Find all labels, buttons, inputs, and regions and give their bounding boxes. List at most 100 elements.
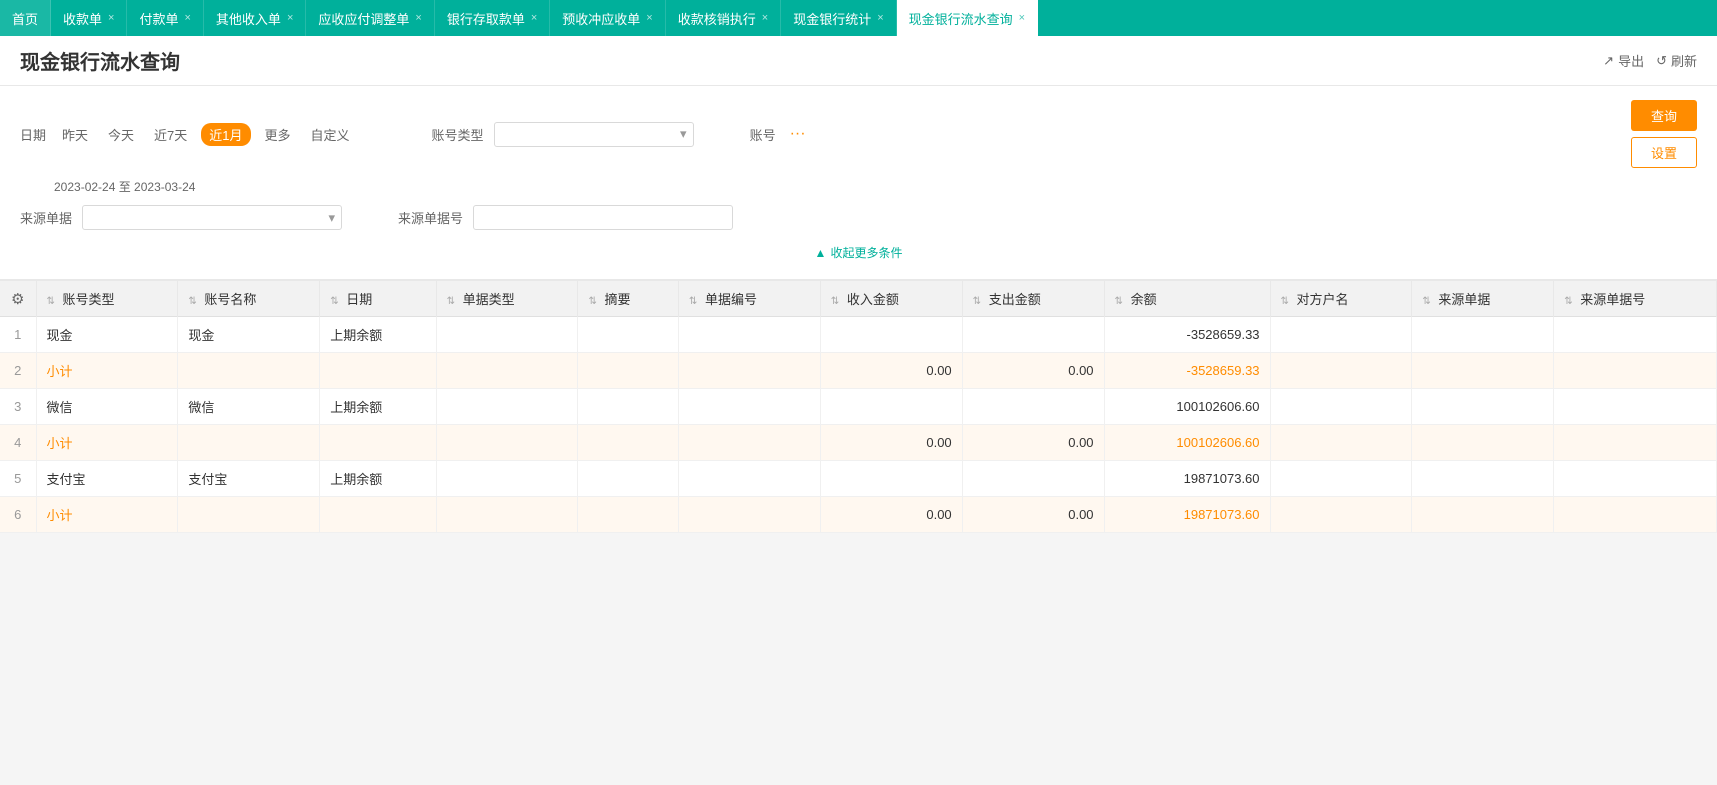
nav-home-label: 首页: [12, 9, 38, 28]
cell-account-type: 小计: [36, 353, 178, 389]
collapse-bar[interactable]: ▲ 收起更多条件: [20, 240, 1697, 265]
col-account-type[interactable]: ⇅ 账号类型: [36, 281, 178, 317]
col-date[interactable]: ⇅ 日期: [320, 281, 436, 317]
cell-income: [820, 389, 962, 425]
cell-expense: [962, 317, 1104, 353]
account-type-select-wrapper[interactable]: ▾: [494, 122, 694, 147]
nav-payments[interactable]: 付款单 ×: [127, 0, 203, 36]
date-7days[interactable]: 近7天: [148, 123, 193, 146]
collapse-label: 收起更多条件: [830, 244, 902, 261]
source-doc-select[interactable]: [91, 210, 333, 225]
sort-icon: ⇅: [1564, 296, 1572, 307]
data-table: ⚙ ⇅ 账号类型 ⇅ 账号名称 ⇅ 日期 ⇅ 单据类型: [0, 281, 1717, 533]
cell-doc-type: [436, 317, 578, 353]
sort-icon: ⇅: [831, 296, 839, 307]
cell-balance: 19871073.60: [1104, 461, 1270, 497]
close-icon[interactable]: ×: [646, 12, 652, 24]
close-icon[interactable]: ×: [1019, 12, 1025, 24]
close-icon[interactable]: ×: [287, 12, 293, 24]
nav-receipts[interactable]: 收款单 ×: [51, 0, 127, 36]
refresh-button[interactable]: ↺ 刷新: [1656, 51, 1697, 70]
col-source-doc-no-label: 来源单据号: [1580, 292, 1645, 307]
source-doc-label: 来源单据: [20, 208, 72, 227]
cell-doc-type: [436, 353, 578, 389]
close-icon[interactable]: ×: [877, 12, 883, 24]
nav-other-income-label: 其他收入单: [216, 9, 281, 28]
date-more[interactable]: 更多: [259, 123, 297, 146]
export-icon: ↗: [1603, 53, 1614, 69]
cell-source-doc: [1412, 353, 1554, 389]
cell-no: 6: [0, 497, 36, 533]
table-container: ⚙ ⇅ 账号类型 ⇅ 账号名称 ⇅ 日期 ⇅ 单据类型: [0, 281, 1717, 533]
sort-icon: ⇅: [973, 296, 981, 307]
column-settings-icon[interactable]: ⚙: [11, 291, 24, 308]
col-account-name[interactable]: ⇅ 账号名称: [178, 281, 320, 317]
query-button[interactable]: 查询: [1631, 100, 1697, 131]
close-icon[interactable]: ×: [762, 12, 768, 24]
account-more-icon[interactable]: ···: [786, 125, 810, 143]
nav-home[interactable]: 首页: [0, 0, 51, 36]
cell-counterpart: [1270, 461, 1412, 497]
source-doc-no-input[interactable]: [482, 210, 724, 225]
cell-account-type: 小计: [36, 425, 178, 461]
refresh-label: 刷新: [1671, 51, 1697, 70]
date-1month[interactable]: 近1月: [201, 123, 250, 146]
settings-button[interactable]: 设置: [1631, 137, 1697, 168]
nav-payments-label: 付款单: [139, 9, 178, 28]
nav-adjustment[interactable]: 应收应付调整单 ×: [306, 0, 434, 36]
cell-summary: [578, 317, 678, 353]
sort-icon: ⇅: [330, 296, 338, 307]
col-doc-type[interactable]: ⇅ 单据类型: [436, 281, 578, 317]
cell-date: [320, 497, 436, 533]
col-source-doc[interactable]: ⇅ 来源单据: [1412, 281, 1554, 317]
cell-income: [820, 461, 962, 497]
col-balance[interactable]: ⇅ 余额: [1104, 281, 1270, 317]
date-yesterday[interactable]: 昨天: [56, 123, 94, 146]
cell-summary: [578, 389, 678, 425]
nav-prepay[interactable]: 预收冲应收单 ×: [550, 0, 665, 36]
cell-date: 上期余额: [320, 461, 436, 497]
table-row: 1 现金 现金 上期余额 -3528659.33: [0, 317, 1717, 353]
nav-stats[interactable]: 现金银行统计 ×: [781, 0, 896, 36]
col-counterpart[interactable]: ⇅ 对方户名: [1270, 281, 1412, 317]
close-icon[interactable]: ×: [108, 12, 114, 24]
date-today[interactable]: 今天: [102, 123, 140, 146]
export-button[interactable]: ↗ 导出: [1603, 51, 1644, 70]
nav-flow-query[interactable]: 现金银行流水查询 ×: [897, 0, 1038, 36]
col-income[interactable]: ⇅ 收入金额: [820, 281, 962, 317]
cell-account-name: [178, 497, 320, 533]
source-doc-select-wrapper[interactable]: ▾: [82, 205, 342, 230]
sort-icon: ⇅: [47, 296, 55, 307]
refresh-icon: ↺: [1656, 53, 1667, 69]
cell-doc-type: [436, 497, 578, 533]
header-actions: ↗ 导出 ↺ 刷新: [1603, 51, 1697, 70]
cell-source-doc: [1412, 425, 1554, 461]
col-source-doc-no[interactable]: ⇅ 来源单据号: [1554, 281, 1717, 317]
col-account-name-label: 账号名称: [204, 292, 256, 307]
cell-account-type: 支付宝: [36, 461, 178, 497]
date-custom[interactable]: 自定义: [305, 123, 356, 146]
export-label: 导出: [1618, 51, 1644, 70]
cell-no: 1: [0, 317, 36, 353]
sort-icon: ⇅: [188, 296, 196, 307]
account-type-select[interactable]: [503, 127, 685, 142]
table-row: 2 小计 0.00 0.00 -3528659.33: [0, 353, 1717, 389]
cell-doc-no: [678, 461, 820, 497]
nav-verify[interactable]: 收款核销执行 ×: [666, 0, 781, 36]
close-icon[interactable]: ×: [531, 12, 537, 24]
cell-summary: [578, 461, 678, 497]
cell-account-name: 现金: [178, 317, 320, 353]
cell-account-name: 微信: [178, 389, 320, 425]
nav-other-income[interactable]: 其他收入单 ×: [204, 0, 306, 36]
close-icon[interactable]: ×: [415, 12, 421, 24]
col-expense[interactable]: ⇅ 支出金额: [962, 281, 1104, 317]
table-row: 6 小计 0.00 0.00 19871073.60: [0, 497, 1717, 533]
col-doc-no[interactable]: ⇅ 单据编号: [678, 281, 820, 317]
nav-bank-deposit[interactable]: 银行存取款单 ×: [435, 0, 550, 36]
date-filter-group: 日期 昨天 今天 近7天 近1月 更多 自定义: [20, 123, 356, 146]
cell-doc-type: [436, 461, 578, 497]
page-title: 现金银行流水查询: [20, 46, 180, 75]
col-summary[interactable]: ⇅ 摘要: [578, 281, 678, 317]
close-icon[interactable]: ×: [184, 12, 190, 24]
col-income-label: 收入金额: [847, 292, 899, 307]
